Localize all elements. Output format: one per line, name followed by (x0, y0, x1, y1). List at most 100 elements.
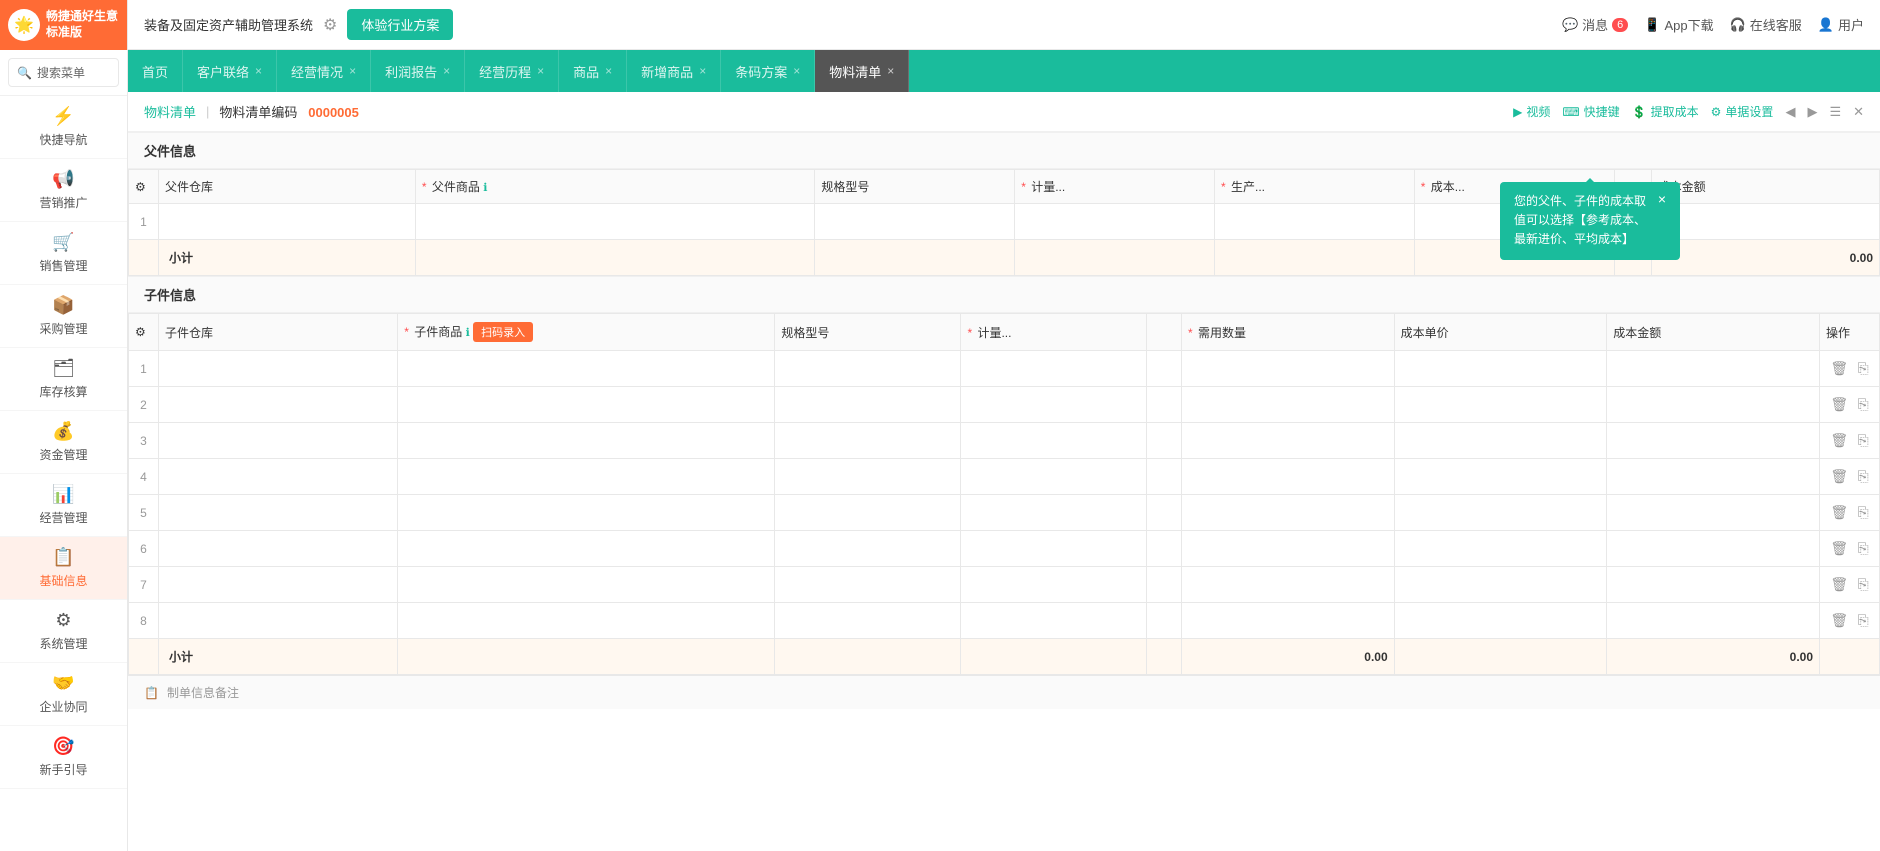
delete-icon-4[interactable]: 🗑 (1830, 504, 1848, 520)
copy-icon-3[interactable]: ⎘ (1857, 468, 1868, 484)
tab-new-product-close[interactable]: × (699, 64, 706, 78)
tab-product[interactable]: 商品 × (559, 50, 627, 92)
tab-ops-history[interactable]: 经营历程 × (465, 50, 559, 92)
child-product-cell-7[interactable] (398, 603, 775, 639)
child-unit-cell-4[interactable] (961, 495, 1147, 531)
child-spec-cell-2[interactable] (775, 423, 961, 459)
sidebar-item-inventory[interactable]: 🗂 库存核算 (0, 348, 127, 411)
child-qty-cell-4[interactable] (1182, 495, 1395, 531)
child-qty-cell-6[interactable] (1182, 567, 1395, 603)
child-spec-cell-5[interactable] (775, 531, 961, 567)
child-unit-cost-cell-1[interactable] (1394, 387, 1607, 423)
parent-production-cell[interactable] (1214, 204, 1414, 240)
breadcrumb-parent[interactable]: 物料清单 (144, 102, 196, 121)
child-unit-cost-cell-4[interactable] (1394, 495, 1607, 531)
child-product-cell-4[interactable] (398, 495, 775, 531)
copy-icon-7[interactable]: ⎘ (1857, 612, 1868, 628)
sidebar-item-marketing[interactable]: 📢 营销推广 (0, 159, 127, 222)
copy-icon-0[interactable]: ⎘ (1857, 360, 1868, 376)
sidebar-item-enterprise[interactable]: 🤝 企业协同 (0, 663, 127, 726)
delete-icon-2[interactable]: 🗑 (1830, 432, 1848, 448)
delete-icon-3[interactable]: 🗑 (1830, 468, 1848, 484)
list-view-icon[interactable]: ☰ (1829, 104, 1841, 120)
child-unit-cell-5[interactable] (961, 531, 1147, 567)
child-warehouse-cell-6[interactable] (159, 567, 398, 603)
child-unit-cost-cell-7[interactable] (1394, 603, 1607, 639)
tab-bom[interactable]: 物料清单 × (815, 50, 909, 92)
child-qty-cell-2[interactable] (1182, 423, 1395, 459)
tab-bom-close[interactable]: × (887, 64, 894, 78)
copy-icon-1[interactable]: ⎘ (1857, 396, 1868, 412)
child-warehouse-cell-2[interactable] (159, 423, 398, 459)
copy-icon-6[interactable]: ⎘ (1857, 576, 1868, 592)
tab-ops-status[interactable]: 经营情况 × (277, 50, 371, 92)
child-warehouse-cell-0[interactable] (159, 351, 398, 387)
child-spec-cell-7[interactable] (775, 603, 961, 639)
child-unit-cell-0[interactable] (961, 351, 1147, 387)
delete-icon-1[interactable]: 🗑 (1830, 396, 1848, 412)
child-spec-cell-1[interactable] (775, 387, 961, 423)
sidebar-item-guide[interactable]: 🎯 新手引导 (0, 726, 127, 789)
child-qty-cell-3[interactable] (1182, 459, 1395, 495)
child-unit-cost-cell-3[interactable] (1394, 459, 1607, 495)
child-unit-cell-7[interactable] (961, 603, 1147, 639)
sidebar-item-basic-info[interactable]: 📋 基础信息 (0, 537, 127, 600)
tab-profit-report[interactable]: 利润报告 × (371, 50, 465, 92)
child-unit-cell-2[interactable] (961, 423, 1147, 459)
tooltip-close-button[interactable]: × (1658, 192, 1666, 206)
tab-new-product[interactable]: 新增商品 × (627, 50, 721, 92)
extract-cost-action[interactable]: 💲 提取成本 (1632, 103, 1699, 120)
child-product-cell-0[interactable] (398, 351, 775, 387)
app-download-button[interactable]: 📱 App下载 (1644, 15, 1713, 34)
delete-icon-7[interactable]: 🗑 (1830, 612, 1848, 628)
tab-product-close[interactable]: × (605, 64, 612, 78)
child-unit-cost-cell-5[interactable] (1394, 531, 1607, 567)
child-warehouse-cell-3[interactable] (159, 459, 398, 495)
parent-th-settings[interactable]: ⚙ (129, 170, 159, 204)
scan-input-button[interactable]: 扫码录入 (473, 322, 533, 342)
tab-home[interactable]: 首页 (128, 50, 183, 92)
shortcut-action[interactable]: ⌨ 快捷键 (1562, 103, 1619, 120)
sidebar-item-operations[interactable]: 📊 经营管理 (0, 474, 127, 537)
child-qty-cell-7[interactable] (1182, 603, 1395, 639)
parent-warehouse-cell[interactable] (159, 204, 416, 240)
online-service-button[interactable]: 🎧 在线客服 (1730, 15, 1802, 34)
child-product-cell-5[interactable] (398, 531, 775, 567)
child-spec-cell-4[interactable] (775, 495, 961, 531)
tab-customer[interactable]: 客户联络 × (183, 50, 277, 92)
child-unit-cost-cell-6[interactable] (1394, 567, 1607, 603)
trial-button[interactable]: 体验行业方案 (347, 9, 453, 40)
message-button[interactable]: 💬 消息 6 (1562, 15, 1628, 34)
child-product-cell-6[interactable] (398, 567, 775, 603)
nav-prev-icon[interactable]: ◀ (1785, 104, 1795, 120)
child-warehouse-cell-7[interactable] (159, 603, 398, 639)
parent-unit-cell[interactable] (1015, 204, 1215, 240)
child-spec-cell-0[interactable] (775, 351, 961, 387)
child-unit-cell-6[interactable] (961, 567, 1147, 603)
delete-icon-0[interactable]: 🗑 (1830, 360, 1848, 376)
child-unit-cell-3[interactable] (961, 459, 1147, 495)
sidebar-item-system[interactable]: ⚙ 系统管理 (0, 600, 127, 663)
child-warehouse-cell-5[interactable] (159, 531, 398, 567)
child-product-cell-2[interactable] (398, 423, 775, 459)
child-spec-cell-3[interactable] (775, 459, 961, 495)
settings-gear-icon[interactable]: ⚙ (323, 15, 337, 35)
tab-ops-history-close[interactable]: × (537, 64, 544, 78)
delete-icon-6[interactable]: 🗑 (1830, 576, 1848, 592)
tab-profit-report-close[interactable]: × (443, 64, 450, 78)
parent-product-cell[interactable] (415, 204, 815, 240)
user-button[interactable]: 👤 用户 (1818, 15, 1864, 34)
sidebar-item-quick-nav[interactable]: ⚡ 快捷导航 (0, 96, 127, 159)
copy-icon-5[interactable]: ⎘ (1857, 540, 1868, 556)
child-product-cell-3[interactable] (398, 459, 775, 495)
delete-icon-5[interactable]: 🗑 (1830, 540, 1848, 556)
child-unit-cost-cell-2[interactable] (1394, 423, 1607, 459)
sidebar-item-purchase[interactable]: 📦 采购管理 (0, 285, 127, 348)
child-th-settings[interactable]: ⚙ (129, 314, 159, 351)
child-warehouse-cell-4[interactable] (159, 495, 398, 531)
sidebar-item-finance[interactable]: 💰 资金管理 (0, 411, 127, 474)
close-tab-icon[interactable]: ✕ (1853, 104, 1864, 120)
single-settings-action[interactable]: ⚙ 单据设置 (1711, 103, 1774, 120)
copy-icon-4[interactable]: ⎘ (1857, 504, 1868, 520)
child-unit-cell-1[interactable] (961, 387, 1147, 423)
